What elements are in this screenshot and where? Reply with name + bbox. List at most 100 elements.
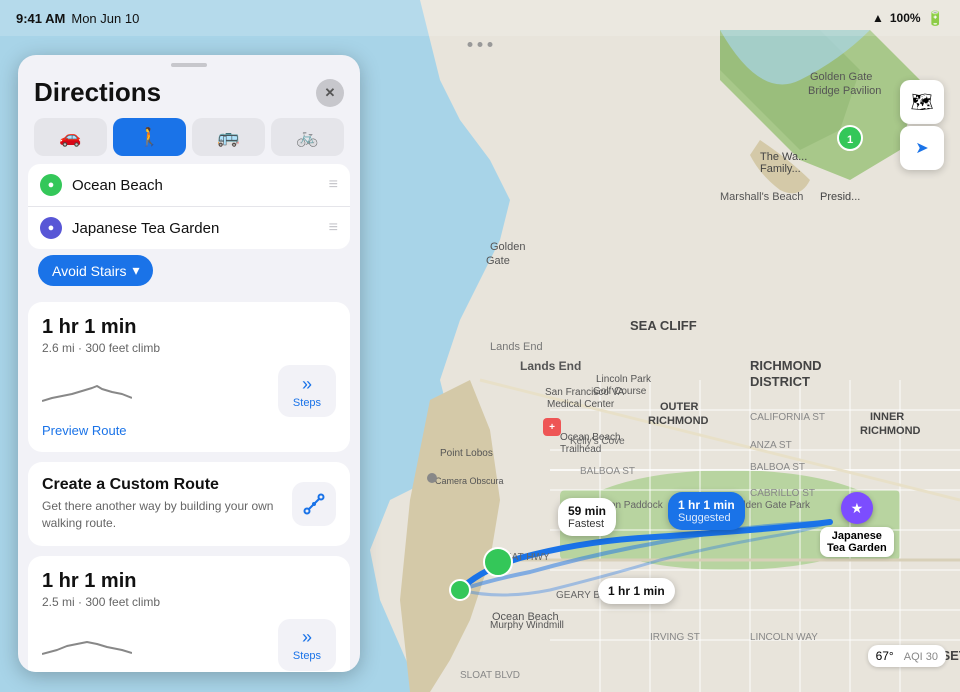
svg-text:Medical Center: Medical Center	[547, 399, 615, 410]
svg-text:Marshall's Beach: Marshall's Beach	[720, 191, 803, 203]
suggested-sub: Suggested	[678, 512, 735, 524]
custom-route-card[interactable]: Create a Custom Route Get there another …	[28, 462, 350, 546]
origin-waypoint: ● Ocean Beach ≡	[28, 164, 350, 206]
aqi-value: AQI 30	[904, 651, 938, 663]
status-date: Mon Jun 10	[71, 11, 139, 26]
fastest-time: 59 min	[568, 504, 606, 518]
map-controls: 🗺 ➤	[900, 80, 944, 170]
avoid-stairs-label: Avoid Stairs	[52, 263, 126, 279]
svg-text:The Wa...: The Wa...	[760, 151, 807, 163]
svg-text:RICHMOND: RICHMOND	[750, 358, 822, 373]
svg-text:Lands End: Lands End	[490, 341, 543, 353]
route-2-steps-label: Steps	[293, 650, 321, 662]
svg-text:Murphy Windmill: Murphy Windmill	[490, 620, 564, 631]
map-type-icon: 🗺	[911, 92, 934, 113]
route-2-steps-button[interactable]: » Steps	[278, 619, 336, 671]
svg-text:INNER: INNER	[870, 411, 904, 423]
svg-text:Gate: Gate	[486, 255, 510, 267]
location-icon: ➤	[915, 138, 928, 158]
dot-1	[468, 42, 473, 47]
temperature-badge: 67° AQI 30	[868, 645, 946, 667]
destination-label: JapaneseTea Garden	[820, 527, 894, 557]
svg-text:BALBOA ST: BALBOA ST	[580, 466, 635, 477]
route-card-2: 1 hr 1 min 2.5 mi · 300 feet climb » Ste…	[28, 556, 350, 672]
svg-text:Ocean Beach: Ocean Beach	[560, 432, 621, 443]
routes-list[interactable]: 1 hr 1 min 2.6 mi · 300 feet climb » Ste…	[18, 302, 360, 672]
svg-text:LINCOLN WAY: LINCOLN WAY	[750, 632, 818, 643]
route-1-detail: 2.6 mi · 300 feet climb	[42, 341, 336, 355]
svg-text:Golden: Golden	[490, 241, 525, 253]
svg-text:Family...: Family...	[760, 163, 801, 175]
custom-route-icon	[292, 482, 336, 526]
custom-route-desc: Get there another way by building your o…	[42, 498, 280, 532]
svg-text:ANZA ST: ANZA ST	[750, 440, 792, 451]
origin-drag-handle: ≡	[329, 176, 338, 194]
route-2-bottom: » Steps	[42, 619, 336, 671]
custom-route-text: Create a Custom Route Get there another …	[42, 476, 280, 532]
status-time: 9:41 AM	[16, 11, 65, 26]
route-card-1: 1 hr 1 min 2.6 mi · 300 feet climb » Ste…	[28, 302, 350, 452]
status-bar: 9:41 AM Mon Jun 10 ▲ 100% 🔋	[0, 0, 960, 36]
chevrons-right-icon: »	[302, 374, 312, 395]
svg-text:1: 1	[847, 134, 853, 146]
route-1-elevation-chart	[42, 376, 132, 406]
alt-route-label[interactable]: 1 hr 1 min	[598, 578, 675, 604]
svg-text:BALBOA ST: BALBOA ST	[750, 462, 805, 473]
location-button[interactable]: ➤	[900, 126, 944, 170]
panel-header: Directions ✕	[18, 67, 360, 114]
map-type-button[interactable]: 🗺	[900, 80, 944, 124]
route-2-detail: 2.5 mi · 300 feet climb	[42, 595, 336, 609]
close-icon: ✕	[325, 85, 336, 101]
destination-text[interactable]: Japanese Tea Garden	[72, 220, 319, 237]
svg-text:Lincoln Park: Lincoln Park	[596, 374, 652, 385]
route-1-time: 1 hr 1 min	[42, 316, 336, 339]
transport-car-button[interactable]: 🚗	[34, 118, 107, 156]
temperature-value: 67°	[876, 649, 894, 663]
fastest-route-label[interactable]: 59 min Fastest	[558, 498, 616, 536]
route-1-preview-link[interactable]: Preview Route	[42, 423, 336, 438]
route-2-elevation-chart	[42, 630, 132, 660]
route-1-steps-label: Steps	[293, 397, 321, 409]
battery-icon: 🔋	[927, 10, 944, 27]
close-button[interactable]: ✕	[316, 79, 344, 107]
avoid-stairs-button[interactable]: Avoid Stairs ▾	[38, 255, 153, 286]
suggested-time: 1 hr 1 min	[678, 498, 735, 512]
suggested-route-label[interactable]: 1 hr 1 min Suggested	[668, 492, 745, 530]
svg-text:Presid...: Presid...	[820, 191, 860, 203]
transport-mode-row: 🚗 🚶 🚌 🚲	[18, 114, 360, 164]
custom-route-title: Create a Custom Route	[42, 476, 280, 494]
svg-text:OUTER: OUTER	[660, 401, 699, 413]
dot-2	[478, 42, 483, 47]
destination-icon: ●	[40, 217, 62, 239]
svg-text:Point Lobos: Point Lobos	[440, 448, 493, 459]
transport-bike-button[interactable]: 🚲	[271, 118, 344, 156]
route-1-steps-button[interactable]: » Steps	[278, 365, 336, 417]
svg-text:Trailhead: Trailhead	[560, 444, 601, 455]
svg-text:SEA CLIFF: SEA CLIFF	[630, 318, 697, 333]
route-2-time: 1 hr 1 min	[42, 570, 336, 593]
transport-walk-button[interactable]: 🚶	[113, 118, 186, 156]
dot-3	[488, 42, 493, 47]
dest-pin-icon: ★	[841, 492, 873, 524]
destination-drag-handle: ≡	[329, 219, 338, 237]
waypoints-container: ● Ocean Beach ≡ ● Japanese Tea Garden ≡	[28, 164, 350, 249]
panel-title: Directions	[34, 77, 161, 108]
svg-text:Golden Gate: Golden Gate	[810, 71, 872, 83]
wifi-icon: ▲	[872, 11, 884, 25]
origin-text[interactable]: Ocean Beach	[72, 177, 319, 194]
chevron-down-icon: ▾	[132, 262, 139, 279]
three-dots-indicator	[468, 42, 493, 47]
svg-text:RICHMOND: RICHMOND	[860, 425, 921, 437]
svg-text:+: +	[549, 422, 555, 433]
battery-level: 100%	[890, 11, 921, 25]
chevrons-right-icon-2: »	[302, 627, 312, 648]
svg-text:RICHMOND: RICHMOND	[648, 415, 709, 427]
transport-transit-button[interactable]: 🚌	[192, 118, 265, 156]
svg-text:Bridge Pavilion: Bridge Pavilion	[808, 85, 881, 97]
svg-text:CABRILLO ST: CABRILLO ST	[750, 488, 815, 499]
svg-text:Camera Obscura: Camera Obscura	[435, 476, 504, 486]
alt-time: 1 hr 1 min	[608, 584, 665, 598]
fastest-sub: Fastest	[568, 518, 606, 530]
svg-text:Lands End: Lands End	[520, 359, 581, 373]
svg-text:CALIFORNIA ST: CALIFORNIA ST	[750, 412, 825, 423]
